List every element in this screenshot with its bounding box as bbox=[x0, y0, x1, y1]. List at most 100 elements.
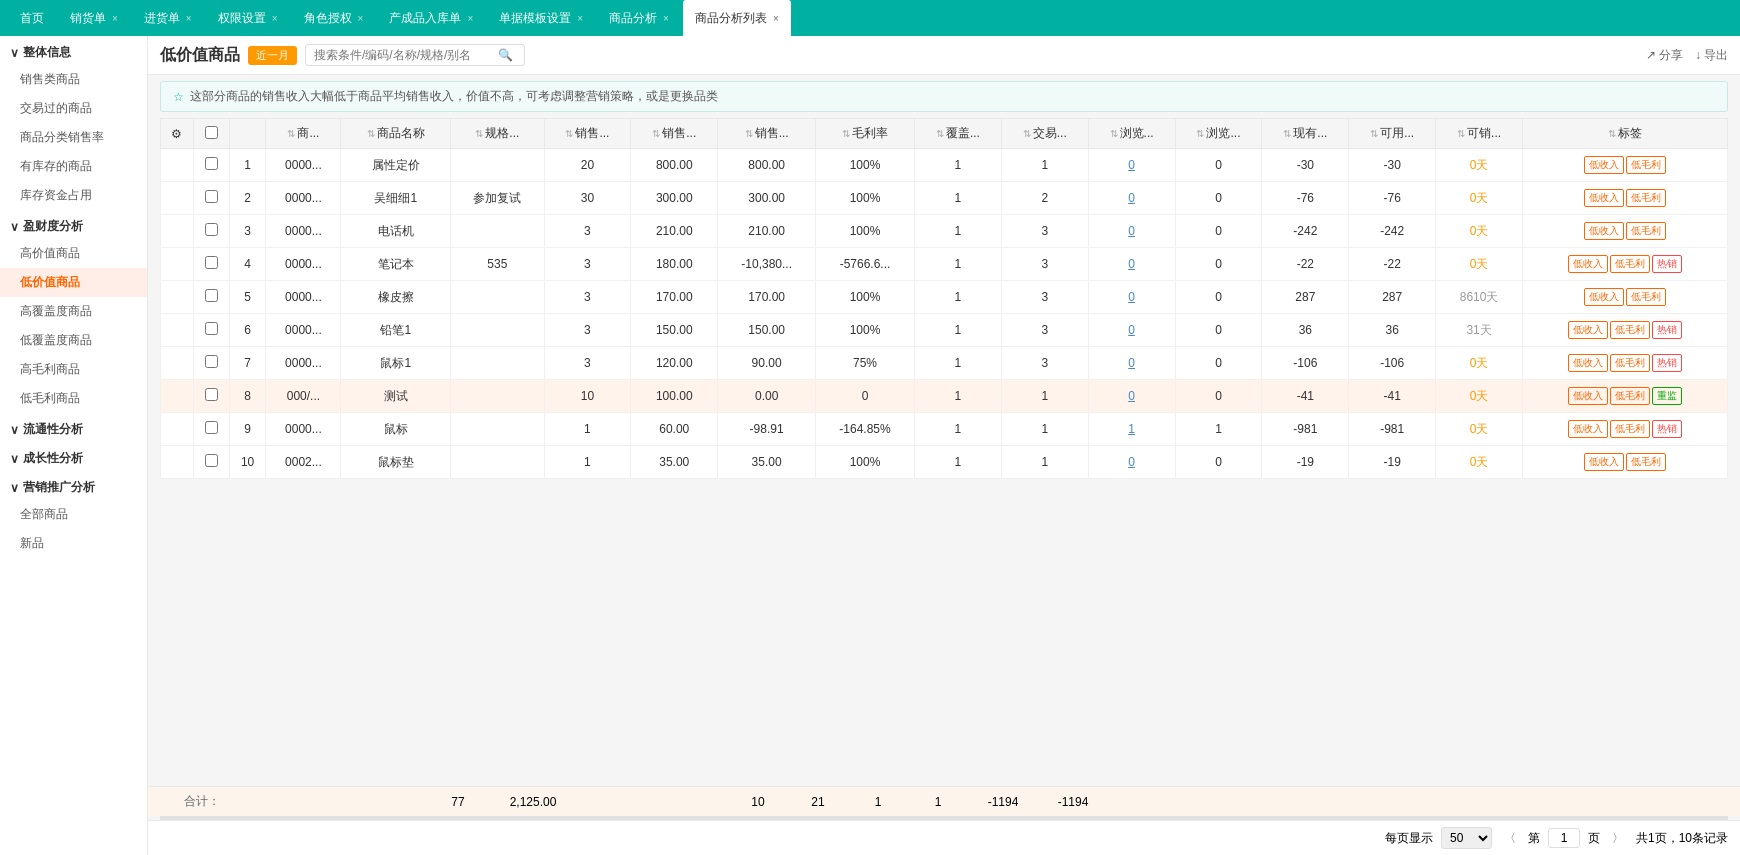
sidebar-item-高价值商品[interactable]: 高价值商品 bbox=[0, 239, 147, 268]
browse-link[interactable]: 0 bbox=[1128, 323, 1135, 337]
sidebar-group-盈财度分析[interactable]: ∨ 盈财度分析 bbox=[0, 210, 147, 239]
tag-低收入[interactable]: 低收入 bbox=[1584, 156, 1624, 174]
browse-link[interactable]: 0 bbox=[1128, 257, 1135, 271]
col-sales-amount[interactable]: ⇅销售... bbox=[631, 119, 718, 149]
next-page-button[interactable]: 〉 bbox=[1608, 828, 1628, 849]
nav-item-商品分析列表[interactable]: 商品分析列表× bbox=[683, 0, 791, 36]
cell-1[interactable] bbox=[193, 149, 229, 182]
col-coverage[interactable]: ⇅覆盖... bbox=[914, 119, 1001, 149]
col-sales-qty[interactable]: ⇅销售... bbox=[544, 119, 631, 149]
share-button[interactable]: ↗ 分享 bbox=[1646, 47, 1683, 64]
cell-1[interactable] bbox=[193, 248, 229, 281]
nav-close-icon[interactable]: × bbox=[358, 13, 364, 24]
first-page-button[interactable]: 〈 bbox=[1500, 828, 1520, 849]
col-settings[interactable]: ⚙ bbox=[161, 119, 194, 149]
col-gross-margin[interactable]: ⇅毛利率 bbox=[816, 119, 915, 149]
sidebar-item-商品分类销售率[interactable]: 商品分类销售率 bbox=[0, 123, 147, 152]
browse-link[interactable]: 0 bbox=[1128, 191, 1135, 205]
nav-close-icon[interactable]: × bbox=[186, 13, 192, 24]
cell-1[interactable] bbox=[193, 413, 229, 446]
col-name[interactable]: ⇅商品名称 bbox=[341, 119, 451, 149]
sidebar-item-库存资金占用[interactable]: 库存资金占用 bbox=[0, 181, 147, 210]
nav-item-进货单[interactable]: 进货单× bbox=[132, 0, 204, 36]
row-checkbox[interactable] bbox=[205, 322, 218, 335]
tag-低毛利[interactable]: 低毛利 bbox=[1626, 156, 1666, 174]
sidebar-group-整体信息[interactable]: ∨ 整体信息 bbox=[0, 36, 147, 65]
browse-link[interactable]: 1 bbox=[1128, 422, 1135, 436]
cell-1[interactable] bbox=[193, 182, 229, 215]
sidebar-item-低毛利商品[interactable]: 低毛利商品 bbox=[0, 384, 147, 413]
row-checkbox[interactable] bbox=[205, 223, 218, 236]
nav-close-icon[interactable]: × bbox=[663, 13, 669, 24]
col-current-stock[interactable]: ⇅现有... bbox=[1262, 119, 1349, 149]
cell-1[interactable] bbox=[193, 380, 229, 413]
nav-close-icon[interactable]: × bbox=[112, 13, 118, 24]
tag-低毛利[interactable]: 低毛利 bbox=[1626, 453, 1666, 471]
browse-link[interactable]: 0 bbox=[1128, 224, 1135, 238]
sidebar-group-流通性分析[interactable]: ∨ 流通性分析 bbox=[0, 413, 147, 442]
period-tag[interactable]: 近一月 bbox=[248, 46, 297, 65]
nav-close-icon[interactable]: × bbox=[272, 13, 278, 24]
tag-低毛利[interactable]: 低毛利 bbox=[1610, 321, 1650, 339]
sidebar-group-营销推广分析[interactable]: ∨ 营销推广分析 bbox=[0, 471, 147, 500]
sidebar-item-低覆盖度商品[interactable]: 低覆盖度商品 bbox=[0, 326, 147, 355]
search-input[interactable] bbox=[314, 48, 494, 62]
browse-link[interactable]: 0 bbox=[1128, 455, 1135, 469]
sidebar-item-有库存的商品[interactable]: 有库存的商品 bbox=[0, 152, 147, 181]
tag-低收入[interactable]: 低收入 bbox=[1584, 453, 1624, 471]
tag-低收入[interactable]: 低收入 bbox=[1568, 354, 1608, 372]
browse-link[interactable]: 0 bbox=[1128, 356, 1135, 370]
nav-item-首页[interactable]: 首页 bbox=[8, 0, 56, 36]
sidebar-group-成长性分析[interactable]: ∨ 成长性分析 bbox=[0, 442, 147, 471]
sidebar-item-销售类商品[interactable]: 销售类商品 bbox=[0, 65, 147, 94]
nav-item-权限设置[interactable]: 权限设置× bbox=[206, 0, 290, 36]
sidebar-item-低价值商品[interactable]: 低价值商品 bbox=[0, 268, 147, 297]
tag-低收入[interactable]: 低收入 bbox=[1568, 255, 1608, 273]
nav-item-商品分析[interactable]: 商品分析× bbox=[597, 0, 681, 36]
sidebar-item-高毛利商品[interactable]: 高毛利商品 bbox=[0, 355, 147, 384]
tag-低收入[interactable]: 低收入 bbox=[1568, 387, 1608, 405]
cell-1[interactable] bbox=[193, 446, 229, 479]
row-checkbox[interactable] bbox=[205, 157, 218, 170]
row-checkbox[interactable] bbox=[205, 289, 218, 302]
browse-link[interactable]: 0 bbox=[1128, 290, 1135, 304]
page-number-input[interactable] bbox=[1548, 828, 1580, 848]
row-checkbox[interactable] bbox=[205, 190, 218, 203]
tag-低毛利[interactable]: 低毛利 bbox=[1610, 354, 1650, 372]
nav-item-产成品入库单[interactable]: 产成品入库单× bbox=[377, 0, 485, 36]
per-page-select[interactable]: 50 100 200 bbox=[1441, 827, 1492, 849]
cell-1[interactable] bbox=[193, 215, 229, 248]
sidebar-item-高覆盖度商品[interactable]: 高覆盖度商品 bbox=[0, 297, 147, 326]
cell-1[interactable] bbox=[193, 314, 229, 347]
col-browse1[interactable]: ⇅浏览... bbox=[1088, 119, 1175, 149]
select-all-checkbox[interactable] bbox=[205, 126, 218, 139]
col-browse2[interactable]: ⇅浏览... bbox=[1175, 119, 1262, 149]
nav-item-单据模板设置[interactable]: 单据模板设置× bbox=[487, 0, 595, 36]
nav-close-icon[interactable]: × bbox=[773, 13, 779, 24]
col-transaction[interactable]: ⇅交易... bbox=[1001, 119, 1088, 149]
row-checkbox[interactable] bbox=[205, 355, 218, 368]
col-code[interactable]: ⇅商... bbox=[266, 119, 341, 149]
col-saleable[interactable]: ⇅可销... bbox=[1436, 119, 1523, 149]
tag-低收入[interactable]: 低收入 bbox=[1584, 288, 1624, 306]
export-button[interactable]: ↓ 导出 bbox=[1695, 47, 1728, 64]
nav-close-icon[interactable]: × bbox=[467, 13, 473, 24]
search-icon[interactable]: 🔍 bbox=[498, 48, 513, 62]
tag-热销[interactable]: 热销 bbox=[1652, 255, 1682, 273]
tag-热销[interactable]: 热销 bbox=[1652, 420, 1682, 438]
tag-热销[interactable]: 热销 bbox=[1652, 354, 1682, 372]
row-checkbox[interactable] bbox=[205, 454, 218, 467]
tag-低毛利[interactable]: 低毛利 bbox=[1626, 288, 1666, 306]
tag-低毛利[interactable]: 低毛利 bbox=[1610, 420, 1650, 438]
tag-重监[interactable]: 重监 bbox=[1652, 387, 1682, 405]
tag-低收入[interactable]: 低收入 bbox=[1584, 189, 1624, 207]
nav-close-icon[interactable]: × bbox=[577, 13, 583, 24]
row-checkbox[interactable] bbox=[205, 256, 218, 269]
col-available[interactable]: ⇅可用... bbox=[1349, 119, 1436, 149]
tag-低收入[interactable]: 低收入 bbox=[1568, 321, 1608, 339]
tag-低毛利[interactable]: 低毛利 bbox=[1610, 255, 1650, 273]
sidebar-item-交易过的商品[interactable]: 交易过的商品 bbox=[0, 94, 147, 123]
tag-低毛利[interactable]: 低毛利 bbox=[1626, 222, 1666, 240]
nav-item-角色授权[interactable]: 角色授权× bbox=[292, 0, 376, 36]
col-spec[interactable]: ⇅规格... bbox=[451, 119, 544, 149]
